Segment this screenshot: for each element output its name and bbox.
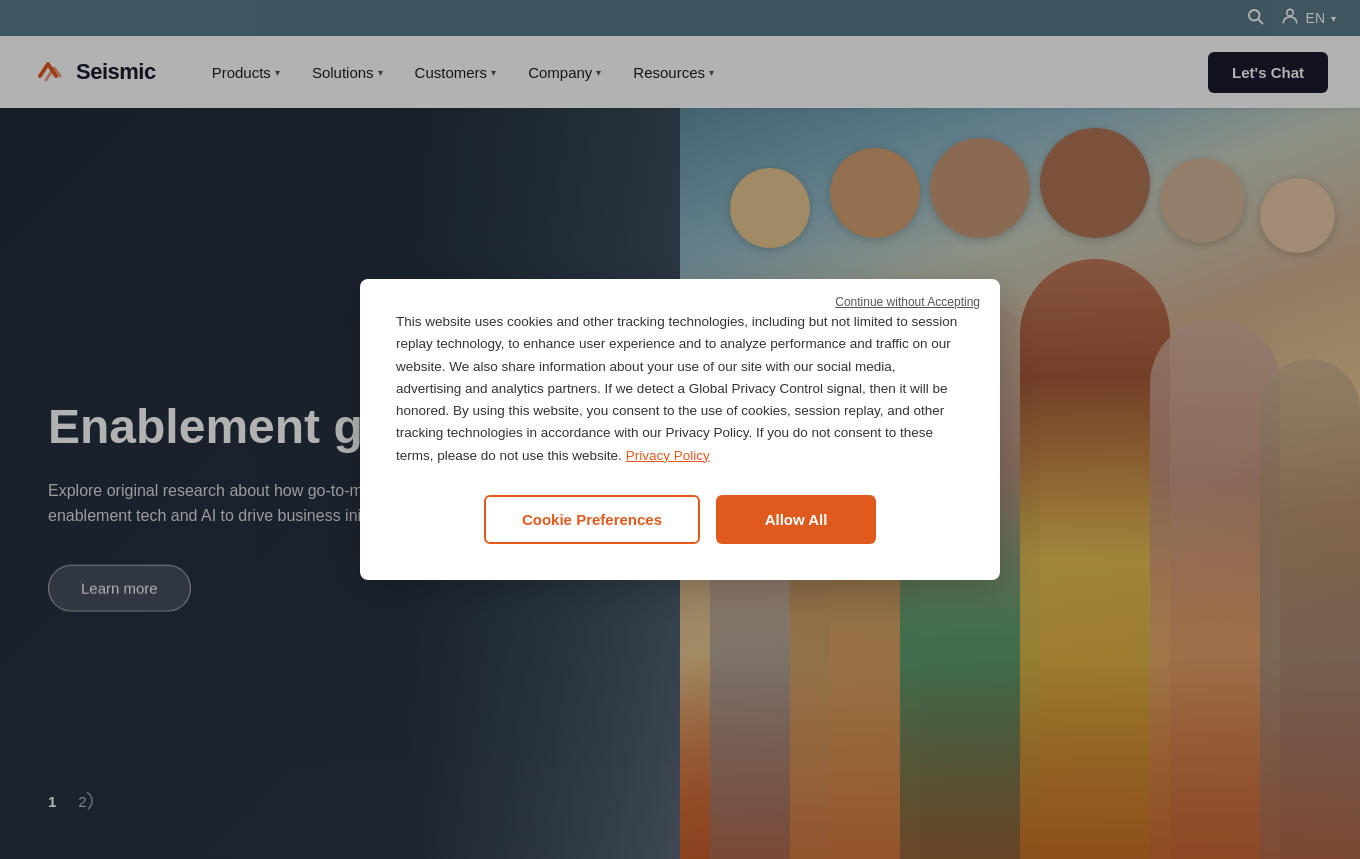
cookie-modal-overlay: Continue without Accepting This website … — [0, 0, 1360, 859]
cookie-preferences-button[interactable]: Cookie Preferences — [484, 495, 700, 544]
continue-without-accepting-button[interactable]: Continue without Accepting — [835, 295, 980, 309]
cookie-body-text: This website uses cookies and other trac… — [396, 311, 964, 467]
allow-all-button[interactable]: Allow All — [716, 495, 876, 544]
cookie-modal: Continue without Accepting This website … — [360, 279, 1000, 580]
cookie-actions: Cookie Preferences Allow All — [396, 495, 964, 544]
privacy-policy-link[interactable]: Privacy Policy — [626, 448, 710, 463]
